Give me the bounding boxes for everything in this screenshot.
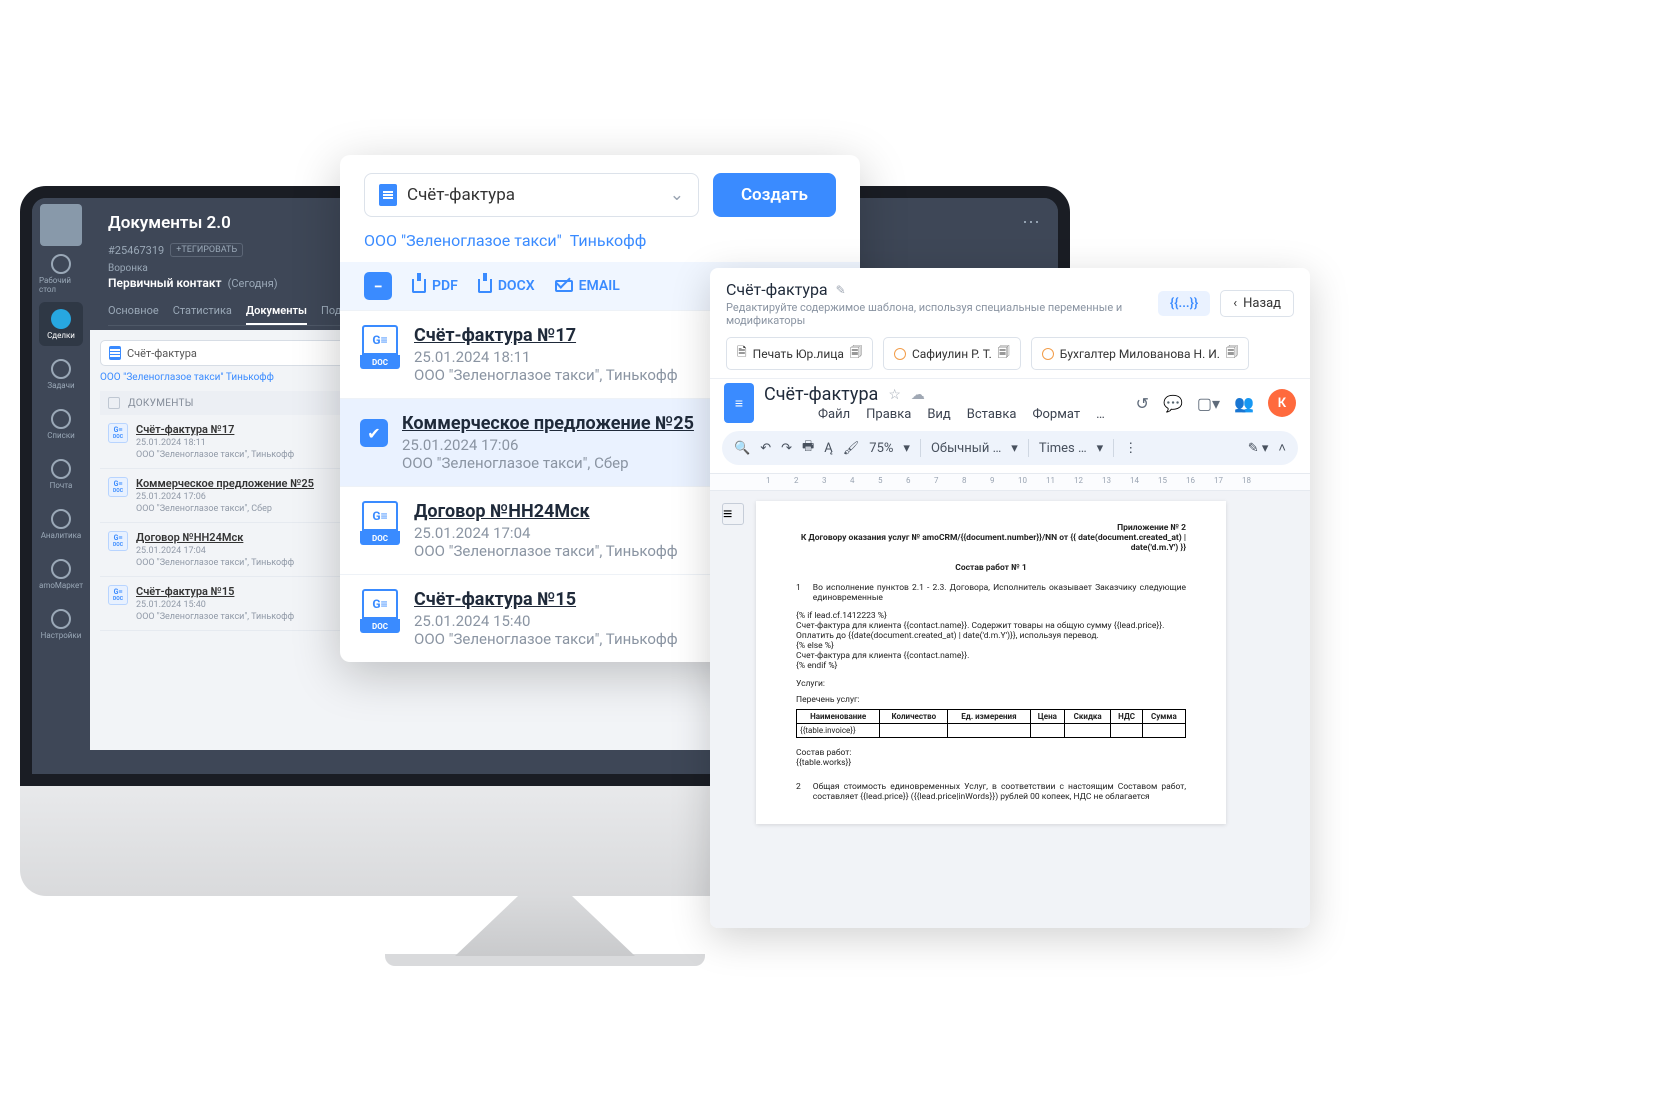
collapse-button[interactable]: − [364,272,392,300]
comments-icon[interactable]: 💬 [1163,394,1183,413]
menu-more[interactable]: … [1096,407,1105,422]
undo-icon[interactable]: ↶ [760,441,771,456]
redo-icon[interactable]: ↷ [781,441,792,456]
zoom-select[interactable]: 75% [869,441,893,456]
star-icon[interactable]: ☆ [888,387,901,403]
modal-template-select[interactable]: Счёт-фактура ⌄ [364,173,699,217]
menu-file[interactable]: Файл [818,407,850,422]
font-select[interactable]: Times … [1039,441,1087,456]
person-icon [1042,348,1054,360]
file-icon [109,346,121,360]
outline-icon[interactable]: ≡ [722,503,744,525]
editor-subtitle: Редактируйте содержимое шаблона, использ… [726,301,1158,327]
checkbox[interactable]: ✔ [360,419,388,447]
sidebar-item-mail[interactable]: Почта [39,452,83,496]
sidebar-item-tasks[interactable]: Задачи [39,352,83,396]
document-page: Приложение № 2 К Договору оказания услуг… [756,501,1226,824]
pill-legal-print[interactable]: 🗎Печать Юр.лица🗐 [726,337,873,370]
pill-person-1[interactable]: Сафиулин Р. Т.🗐 [883,337,1021,370]
variables-button[interactable]: {{...}} [1158,291,1210,316]
send-email-button[interactable]: EMAIL [555,278,620,294]
file-icon [379,184,397,206]
sidebar-item-market[interactable]: amoМаркет [39,552,83,596]
menu-insert[interactable]: Вставка [967,407,1017,422]
search-icon[interactable]: 🔍 [734,441,750,456]
sidebar-item-lists[interactable]: Списки [39,402,83,446]
cloud-icon: ☁ [911,387,925,403]
download-icon [412,279,426,293]
crm-title: Документы 2.0 [108,213,231,233]
back-button[interactable]: ‹Назад [1220,290,1294,317]
gdoc-icon: G≡DOC [360,589,400,633]
crm-sidebar: Рабочий стол Сделки Задачи Списки Почта … [32,198,90,774]
gdoc-icon: G≡DOC [360,325,400,369]
doc-icon: G≡DOC [108,477,128,497]
share-icon[interactable]: 👥 [1234,394,1254,413]
chevron-down-icon: ⌄ [670,185,684,205]
meet-icon[interactable]: ▢▾ [1197,394,1220,413]
doc-icon: G≡DOC [108,531,128,551]
doc-icon: G≡DOC [108,423,128,443]
chevron-up-icon[interactable]: ˄ [1278,440,1286,456]
deal-id: #25467319 [108,244,164,257]
menu-format[interactable]: Формат [1032,407,1080,422]
tag-button[interactable]: +ТЕГИРОВАТЬ [170,243,243,257]
sidebar-item-deals[interactable]: Сделки [39,302,83,346]
download-icon [478,279,492,293]
more-tools-icon[interactable]: ⋮ [1124,441,1137,456]
user-avatar[interactable] [40,204,82,246]
person-icon [894,348,906,360]
style-select[interactable]: Обычный … [931,441,1001,456]
sidebar-item-desktop[interactable]: Рабочий стол [39,252,83,296]
more-icon[interactable]: ⋯ [1022,212,1040,233]
stage-date: (Сегодня) [228,277,278,290]
account-avatar[interactable]: К [1268,389,1296,417]
menu-edit[interactable]: Правка [866,407,911,422]
download-docx-button[interactable]: DOCX [478,278,535,294]
menu-view[interactable]: Вид [927,407,950,422]
toolbar: 🔍 ↶ ↷ 🖶 Ą 🖌 75%▾ Обычный …▾ Times …▾ ⋮ ✎… [722,431,1298,465]
chevron-left-icon: ‹ [1233,296,1237,311]
modal-create-button[interactable]: Создать [713,173,836,217]
pill-person-2[interactable]: Бухгалтер Милованова Н. И.🗐 [1031,337,1249,370]
mail-icon [555,280,573,292]
ruler: 123456789101112131415161718 [710,473,1310,491]
editor-title: Счёт-фактура [726,280,828,299]
gdocs-logo-icon: ≡ [724,383,754,423]
sidebar-item-settings[interactable]: Настройки [39,602,83,646]
stage-name[interactable]: Первичный контакт [108,276,222,290]
modal-company[interactable]: ООО "Зеленоглазое такси" Тинькофф [364,231,836,250]
tab-stats[interactable]: Статистика [173,304,232,325]
history-icon[interactable]: ↺ [1136,394,1149,413]
doc-filename[interactable]: Счёт-фактура [764,384,878,405]
template-editor-panel: Счёт-фактура ✎ Редактируйте содержимое ш… [710,268,1310,928]
spellcheck-icon[interactable]: Ą [824,441,832,456]
gdoc-icon: G≡DOC [360,501,400,545]
doc-icon: G≡DOC [108,585,128,605]
tab-documents[interactable]: Документы [246,304,307,325]
edit-mode-icon[interactable]: ✎ ▾ [1248,441,1269,456]
download-pdf-button[interactable]: PDF [412,278,458,294]
print-icon[interactable]: 🖶 [802,437,814,459]
select-all-checkbox[interactable] [108,397,120,409]
tab-main[interactable]: Основное [108,304,159,325]
sidebar-item-analytics[interactable]: Аналитика [39,502,83,546]
paint-format-icon[interactable]: 🖌 [843,441,860,456]
edit-title-icon[interactable]: ✎ [836,283,846,297]
